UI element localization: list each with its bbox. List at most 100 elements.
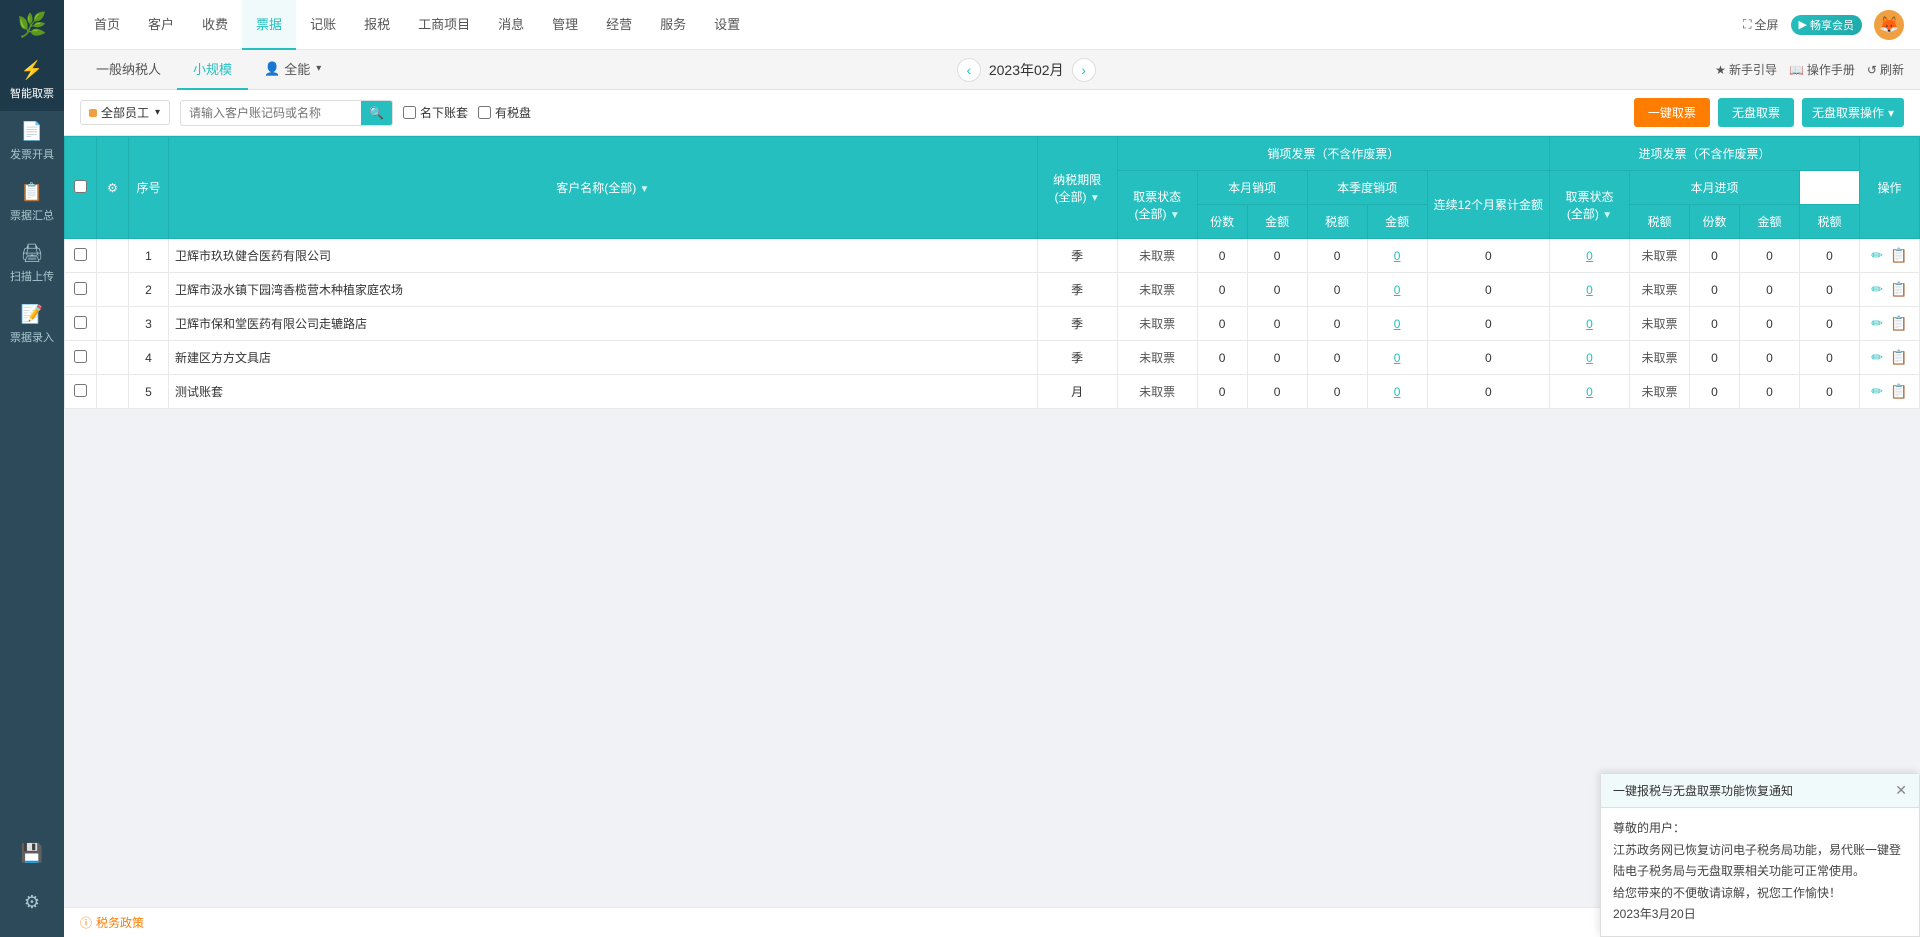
row-customer: 卫辉市玖玖健合医药有限公司 [169, 239, 1038, 273]
avatar-icon: 🦊 [1879, 15, 1899, 35]
main-table: ⚙ 序号 客户名称(全部) ▼ 纳税期限(全部) ▼ 销项发票（不含作废票） 进… [64, 136, 1920, 409]
row-action-cell: ✏ 📋 [1860, 375, 1920, 409]
checkbox-named-accounts[interactable]: 名下账套 [403, 104, 468, 121]
nav-customer[interactable]: 客户 [134, 0, 188, 50]
th-sales-monthly-tax: 税额 [1307, 205, 1367, 239]
row-sales-annual-amount: 0 [1550, 239, 1630, 273]
notification-close-button[interactable]: ✕ [1895, 782, 1907, 799]
select-all-checkbox[interactable] [74, 180, 87, 193]
row-sales-quarterly-amount: 0 [1367, 273, 1427, 307]
row-checkbox-cell[interactable] [65, 239, 97, 273]
vip-button[interactable]: ▶ 畅享会员 [1791, 15, 1862, 35]
search-icon: 🔍 [369, 106, 384, 120]
one-key-fetch-button[interactable]: 一键取票 [1634, 98, 1710, 127]
row-number: 3 [129, 307, 169, 341]
no-disk-fetch-button[interactable]: 无盘取票 [1718, 98, 1794, 127]
sidebar-item-smart-fetch[interactable]: ⚡ 智能取票 [0, 50, 64, 111]
row-sales-quarterly-amount: 0 [1367, 307, 1427, 341]
edit-icon[interactable]: ✏ [1871, 247, 1883, 263]
row-tax-period: 季 [1037, 239, 1117, 273]
sidebar-item-invoice-summary[interactable]: 📋 票据汇总 [0, 172, 64, 233]
table-row: 1 卫辉市玖玖健合医药有限公司 季 未取票 0 0 0 0 0 0 未取票 0 … [65, 239, 1920, 273]
invoice-open-icon: 📄 [21, 121, 43, 142]
view-icon[interactable]: 📋 [1890, 349, 1907, 365]
edit-icon[interactable]: ✏ [1871, 315, 1883, 331]
row-checkbox[interactable] [74, 384, 87, 397]
status-text[interactable]: 税务政策 [96, 914, 144, 931]
row-checkbox-cell[interactable] [65, 375, 97, 409]
search-button[interactable]: 🔍 [361, 101, 392, 125]
tab-small[interactable]: 小规模 [177, 50, 248, 90]
view-icon[interactable]: 📋 [1890, 383, 1907, 399]
row-checkbox[interactable] [74, 282, 87, 295]
has-taxdisk-checkbox[interactable] [478, 106, 491, 119]
row-checkbox-cell[interactable] [65, 307, 97, 341]
employee-select[interactable]: 全部员工 ▾ [80, 100, 170, 125]
notification-date: 2023年3月20日 [1613, 904, 1907, 926]
th-sales-quarterly-amount: 金额 [1367, 205, 1427, 239]
th-number: 序号 [129, 137, 169, 239]
sidebar-item-invoice-entry[interactable]: 📝 票据录入 [0, 294, 64, 355]
refresh-btn[interactable]: ↺ 刷新 [1867, 61, 1904, 78]
row-checkbox-cell[interactable] [65, 341, 97, 375]
dropdown-icon: ▾ [1888, 106, 1894, 120]
checkbox-has-taxdisk[interactable]: 有税盘 [478, 104, 531, 121]
tab-all[interactable]: 👤 全能 ▾ [248, 50, 337, 90]
view-icon[interactable]: 📋 [1890, 315, 1907, 331]
row-checkbox[interactable] [74, 248, 87, 261]
nav-collection[interactable]: 收费 [188, 0, 242, 50]
row-sales-annual-amount: 0 [1550, 307, 1630, 341]
row-tax-period: 季 [1037, 307, 1117, 341]
manual-btn[interactable]: 📖 操作手册 [1789, 61, 1855, 78]
th-sales-monthly: 本月销项 [1197, 171, 1307, 205]
view-icon[interactable]: 📋 [1890, 247, 1907, 263]
named-accounts-checkbox[interactable] [403, 106, 416, 119]
nav-tax[interactable]: 报税 [350, 0, 404, 50]
search-input[interactable] [181, 102, 361, 124]
row-checkbox[interactable] [74, 350, 87, 363]
next-month-button[interactable]: › [1072, 58, 1096, 82]
nav-message[interactable]: 消息 [484, 0, 538, 50]
sidebar-item-scan-upload[interactable]: 🖨 扫描上传 [0, 233, 64, 294]
nav-business[interactable]: 工商项目 [404, 0, 484, 50]
th-sales-group: 销项发票（不含作废票） [1117, 137, 1549, 171]
th-sales-quarterly-tax: 税额 [1630, 205, 1690, 239]
nav-settings[interactable]: 设置 [700, 0, 754, 50]
row-input-fetch-status: 未取票 [1630, 341, 1690, 375]
row-checkbox-cell[interactable] [65, 273, 97, 307]
row-input-fetch-status: 未取票 [1630, 307, 1690, 341]
row-action-cell: ✏ 📋 [1860, 239, 1920, 273]
no-disk-ops-button[interactable]: 无盘取票操作 ▾ [1802, 98, 1904, 127]
row-sales-quarterly-amount: 0 [1367, 375, 1427, 409]
guide-icon: ★ [1715, 63, 1726, 77]
view-icon[interactable]: 📋 [1890, 281, 1907, 297]
row-number: 1 [129, 239, 169, 273]
tab-general[interactable]: 一般纳税人 [80, 50, 177, 90]
row-sales-monthly-tax: 0 [1307, 273, 1367, 307]
nav-bookkeeping[interactable]: 记账 [296, 0, 350, 50]
fullscreen-icon: ⛶ [1743, 17, 1751, 32]
sidebar-item-invoice-open[interactable]: 📄 发票开具 [0, 111, 64, 172]
notification-header: 一键报税与无盘取票功能恢复通知 ✕ [1601, 774, 1919, 808]
row-customer: 卫辉市汲水镇下园湾香榄营木种植家庭农场 [169, 273, 1038, 307]
row-checkbox[interactable] [74, 316, 87, 329]
nav-home[interactable]: 首页 [80, 0, 134, 50]
nav-manage[interactable]: 管理 [538, 0, 592, 50]
employee-dot [89, 109, 97, 117]
prev-month-button[interactable]: ‹ [957, 58, 981, 82]
nav-operation[interactable]: 经营 [592, 0, 646, 50]
nav-invoice[interactable]: 票据 [242, 0, 296, 50]
row-input-monthly-tax: 0 [1800, 307, 1860, 341]
edit-icon[interactable]: ✏ [1871, 281, 1883, 297]
edit-icon[interactable]: ✏ [1871, 349, 1883, 365]
sidebar-item-settings[interactable]: ⚙ [21, 884, 43, 921]
avatar[interactable]: 🦊 [1874, 10, 1904, 40]
row-sales-fetch-status: 未取票 [1117, 307, 1197, 341]
vip-icon: ▶ [1799, 18, 1807, 31]
nav-service[interactable]: 服务 [646, 0, 700, 50]
fullscreen-btn[interactable]: ⛶ 全屏 [1743, 16, 1778, 33]
sidebar-item-download[interactable]: 💾 [21, 835, 43, 872]
edit-icon[interactable]: ✏ [1871, 383, 1883, 399]
row-action-cell: ✏ 📋 [1860, 307, 1920, 341]
new-guide-btn[interactable]: ★ 新手引导 [1715, 61, 1777, 78]
